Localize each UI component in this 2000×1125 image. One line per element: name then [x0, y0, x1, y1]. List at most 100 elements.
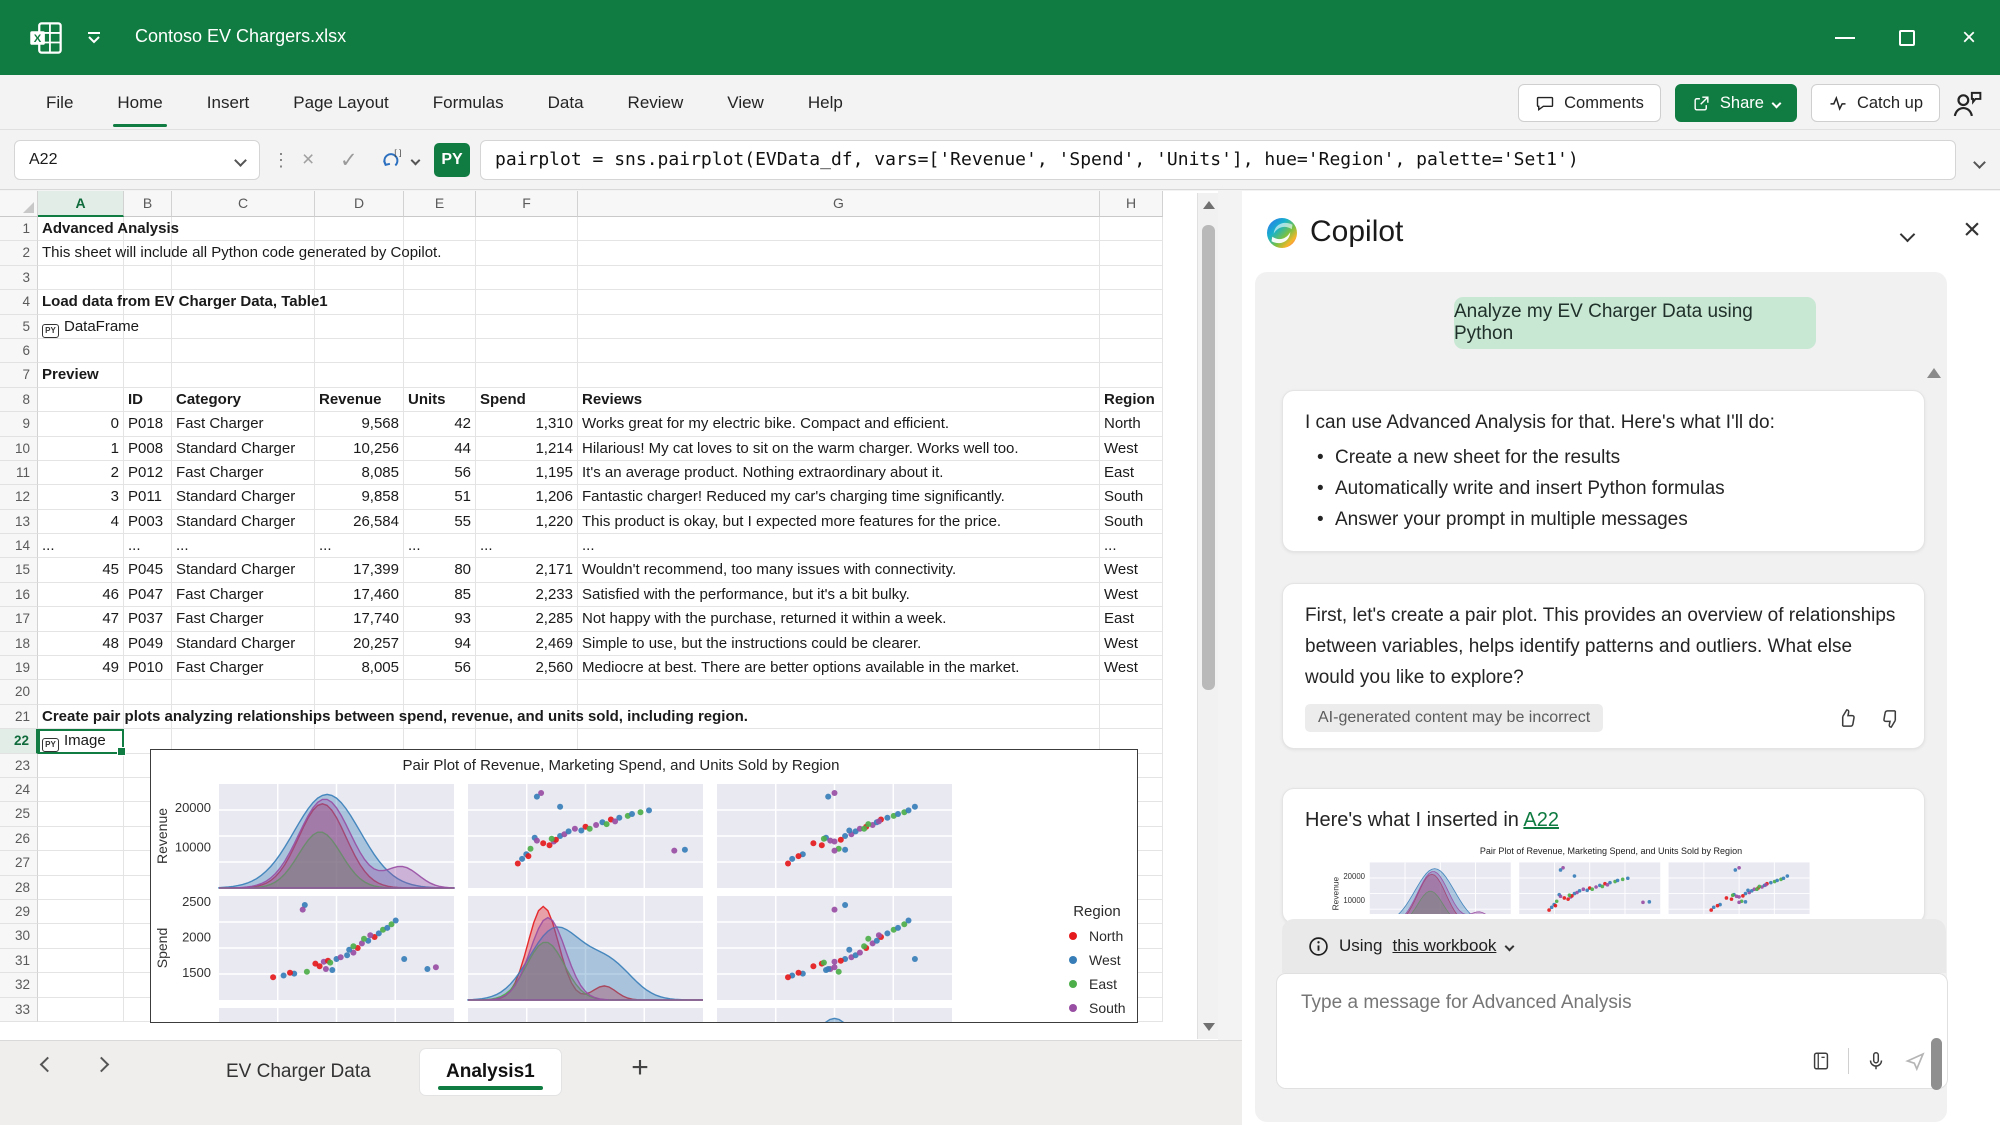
- row-header-20[interactable]: 20: [0, 680, 38, 704]
- copilot-collapse-chevron[interactable]: [1902, 227, 1913, 245]
- cell-F17[interactable]: 2,285: [476, 607, 578, 631]
- row-header-32[interactable]: 32: [0, 973, 38, 997]
- cell-B9[interactable]: P018: [124, 412, 172, 436]
- cell-H11[interactable]: East: [1100, 461, 1163, 485]
- cell-A33[interactable]: [38, 998, 124, 1022]
- cell-H2[interactable]: [1100, 241, 1163, 265]
- minimize-button[interactable]: [1814, 0, 1876, 75]
- cell-A24[interactable]: [38, 778, 124, 802]
- cell-F13[interactable]: 1,220: [476, 510, 578, 534]
- row-header-16[interactable]: 16: [0, 583, 38, 607]
- cell-F9[interactable]: 1,310: [476, 412, 578, 436]
- cell-F11[interactable]: 1,195: [476, 461, 578, 485]
- cell-A20[interactable]: [38, 680, 124, 704]
- cell-B20[interactable]: [124, 680, 172, 704]
- sheet-nav-prev-icon[interactable]: [42, 1057, 53, 1075]
- cell-E16[interactable]: 85: [404, 583, 476, 607]
- sheet-tab-ev-charger-data[interactable]: EV Charger Data: [200, 1049, 397, 1095]
- cell-G7[interactable]: [578, 363, 1100, 387]
- mic-icon[interactable]: [1865, 1050, 1887, 1072]
- cell-D17[interactable]: 17,740: [315, 607, 404, 631]
- cell-a22-link[interactable]: A22: [1523, 809, 1559, 831]
- column-header-F[interactable]: F: [476, 191, 578, 217]
- cell-A15[interactable]: 45: [38, 558, 124, 582]
- row-header-7[interactable]: 7: [0, 363, 38, 387]
- row-header-19[interactable]: 19: [0, 656, 38, 680]
- cell-G17[interactable]: Not happy with the purchase, returned it…: [578, 607, 1100, 631]
- maximize-button[interactable]: [1876, 0, 1938, 75]
- cell-E10[interactable]: 44: [404, 437, 476, 461]
- cell-B10[interactable]: P008: [124, 437, 172, 461]
- cell-H20[interactable]: [1100, 680, 1163, 704]
- cell-B14[interactable]: ...: [124, 534, 172, 558]
- cell-C13[interactable]: Standard Charger: [172, 510, 315, 534]
- cell-F20[interactable]: [476, 680, 578, 704]
- pairplot-chart-object[interactable]: Pair Plot of Revenue, Marketing Spend, a…: [150, 749, 1138, 1023]
- cell-E19[interactable]: 56: [404, 656, 476, 680]
- cell-C16[interactable]: Fast Charger: [172, 583, 315, 607]
- cell-F5[interactable]: [476, 315, 578, 339]
- copilot-input[interactable]: Type a message for Advanced Analysis: [1276, 973, 1948, 1089]
- name-box-chevron[interactable]: [234, 154, 247, 167]
- cell-A17[interactable]: 47: [38, 607, 124, 631]
- row-header-29[interactable]: 29: [0, 900, 38, 924]
- cell-A23[interactable]: [38, 754, 124, 778]
- cell-A18[interactable]: 48: [38, 632, 124, 656]
- cell-E9[interactable]: 42: [404, 412, 476, 436]
- cell-D4[interactable]: [315, 290, 404, 314]
- cell-F4[interactable]: [476, 290, 578, 314]
- row-header-4[interactable]: 4: [0, 290, 38, 314]
- info-icon[interactable]: [1308, 936, 1329, 957]
- close-button[interactable]: ×: [1938, 0, 2000, 75]
- cell-B12[interactable]: P011: [124, 485, 172, 509]
- notebook-icon[interactable]: [1810, 1050, 1832, 1072]
- cell-D5[interactable]: [315, 315, 404, 339]
- cell-B6[interactable]: [124, 339, 172, 363]
- cell-G20[interactable]: [578, 680, 1100, 704]
- cell-H18[interactable]: West: [1100, 632, 1163, 656]
- cell-A13[interactable]: 4: [38, 510, 124, 534]
- cell-D3[interactable]: [315, 266, 404, 290]
- cell-A32[interactable]: [38, 973, 124, 997]
- cell-B13[interactable]: P003: [124, 510, 172, 534]
- chat-scroll-up-icon[interactable]: [1927, 368, 1941, 378]
- cell-C1[interactable]: [172, 217, 315, 241]
- cell-E6[interactable]: [404, 339, 476, 363]
- cell-G18[interactable]: Simple to use, but the instructions coul…: [578, 632, 1100, 656]
- cell-D18[interactable]: 20,257: [315, 632, 404, 656]
- cell-H17[interactable]: East: [1100, 607, 1163, 631]
- cell-D14[interactable]: ...: [315, 534, 404, 558]
- formula-bar-options-icon[interactable]: ⋮: [272, 140, 290, 180]
- cell-B11[interactable]: P012: [124, 461, 172, 485]
- presenter-icon[interactable]: [1950, 88, 1984, 122]
- row-header-28[interactable]: 28: [0, 876, 38, 900]
- cell-E18[interactable]: 94: [404, 632, 476, 656]
- cell-E5[interactable]: [404, 315, 476, 339]
- cell-E4[interactable]: [404, 290, 476, 314]
- row-header-30[interactable]: 30: [0, 924, 38, 948]
- cell-E3[interactable]: [404, 266, 476, 290]
- cell-A31[interactable]: [38, 949, 124, 973]
- cell-B15[interactable]: P045: [124, 558, 172, 582]
- column-header-D[interactable]: D: [315, 191, 404, 217]
- cell-C7[interactable]: [172, 363, 315, 387]
- ribbon-tab-page-layout[interactable]: Page Layout: [271, 75, 410, 130]
- row-header-9[interactable]: 9: [0, 412, 38, 436]
- cell-E20[interactable]: [404, 680, 476, 704]
- cell-A8[interactable]: [38, 388, 124, 412]
- cell-G3[interactable]: [578, 266, 1100, 290]
- scroll-down-icon[interactable]: [1203, 1023, 1215, 1031]
- cell-B19[interactable]: P010: [124, 656, 172, 680]
- cell-H21[interactable]: [1100, 705, 1163, 729]
- cell-A10[interactable]: 1: [38, 437, 124, 461]
- cell-C5[interactable]: [172, 315, 315, 339]
- ribbon-tab-insert[interactable]: Insert: [185, 75, 272, 130]
- cell-H1[interactable]: [1100, 217, 1163, 241]
- cell-D16[interactable]: 17,460: [315, 583, 404, 607]
- cell-H4[interactable]: [1100, 290, 1163, 314]
- cell-E17[interactable]: 93: [404, 607, 476, 631]
- cell-A2[interactable]: This sheet will include all Python code …: [38, 241, 124, 265]
- cell-F14[interactable]: ...: [476, 534, 578, 558]
- row-header-22[interactable]: 22: [0, 729, 38, 753]
- cell-D12[interactable]: 9,858: [315, 485, 404, 509]
